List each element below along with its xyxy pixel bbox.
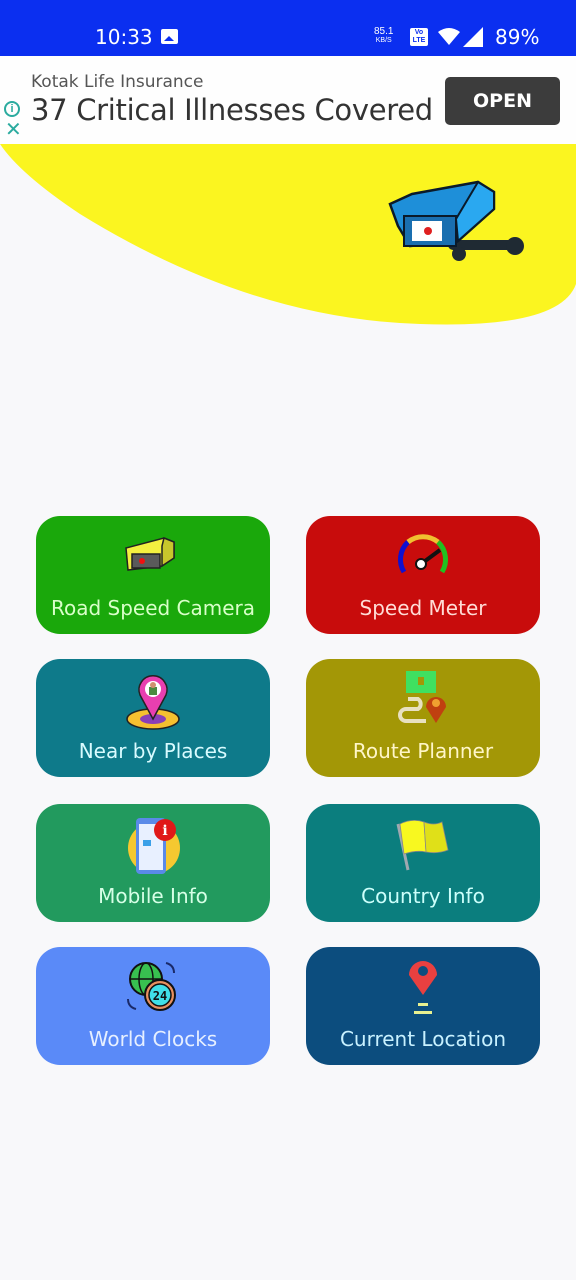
location-icon bbox=[409, 961, 437, 1014]
image-notification-icon bbox=[161, 29, 178, 44]
header-banner bbox=[0, 144, 576, 325]
status-bar: 10:33 85.1 KB/S Vo LTE 89% bbox=[0, 0, 576, 56]
tile-route-planner[interactable]: Route Planner bbox=[306, 659, 540, 777]
speed-camera-icon bbox=[125, 536, 175, 571]
tile-label: World Clocks bbox=[88, 1027, 218, 1051]
svg-text:24: 24 bbox=[153, 989, 167, 1003]
tile-world-clocks[interactable]: 24 World Clocks bbox=[36, 947, 270, 1065]
tile-label: Country Info bbox=[361, 884, 485, 908]
route-icon bbox=[398, 671, 446, 723]
tile-road-speed-camera[interactable]: Road Speed Camera bbox=[36, 516, 270, 634]
network-speed-unit: KB/S bbox=[375, 37, 392, 44]
ad-open-button[interactable]: OPEN bbox=[445, 77, 560, 125]
header-yellow-shape bbox=[0, 144, 576, 325]
tile-mobile-info[interactable]: i Mobile Info bbox=[36, 804, 270, 922]
svg-text:i: i bbox=[162, 823, 167, 839]
flag-icon bbox=[396, 820, 449, 871]
battery-level: 89% bbox=[495, 25, 540, 49]
status-time: 10:33 bbox=[95, 25, 153, 49]
tile-label: Road Speed Camera bbox=[50, 596, 256, 620]
tile-near-by-places[interactable]: Near by Places bbox=[36, 659, 270, 777]
ad-info-icon[interactable]: i bbox=[4, 101, 20, 117]
speedometer-icon bbox=[398, 534, 448, 574]
tile-label: Mobile Info bbox=[98, 884, 208, 908]
world-clock-icon: 24 bbox=[127, 962, 176, 1011]
tile-country-info[interactable]: Country Info bbox=[306, 804, 540, 922]
volte-icon: Vo LTE bbox=[410, 28, 428, 46]
signal-icon bbox=[463, 27, 483, 47]
map-pin-icon bbox=[126, 675, 180, 730]
ad-close-icon[interactable]: ✕ bbox=[5, 120, 22, 140]
tile-label: Near by Places bbox=[78, 739, 228, 763]
wifi-icon bbox=[438, 28, 460, 45]
tile-label: Current Location bbox=[339, 1027, 507, 1051]
tile-label: Route Planner bbox=[352, 739, 494, 763]
ad-headline[interactable]: 37 Critical Illnesses Covered bbox=[31, 93, 433, 127]
mobile-info-icon: i bbox=[128, 818, 180, 874]
ad-advertiser[interactable]: Kotak Life Insurance bbox=[31, 72, 203, 92]
tile-speed-meter[interactable]: Speed Meter bbox=[306, 516, 540, 634]
tile-label: Speed Meter bbox=[359, 596, 487, 620]
network-speed: 85.1 KB/S bbox=[374, 27, 393, 45]
tile-current-location[interactable]: Current Location bbox=[306, 947, 540, 1065]
